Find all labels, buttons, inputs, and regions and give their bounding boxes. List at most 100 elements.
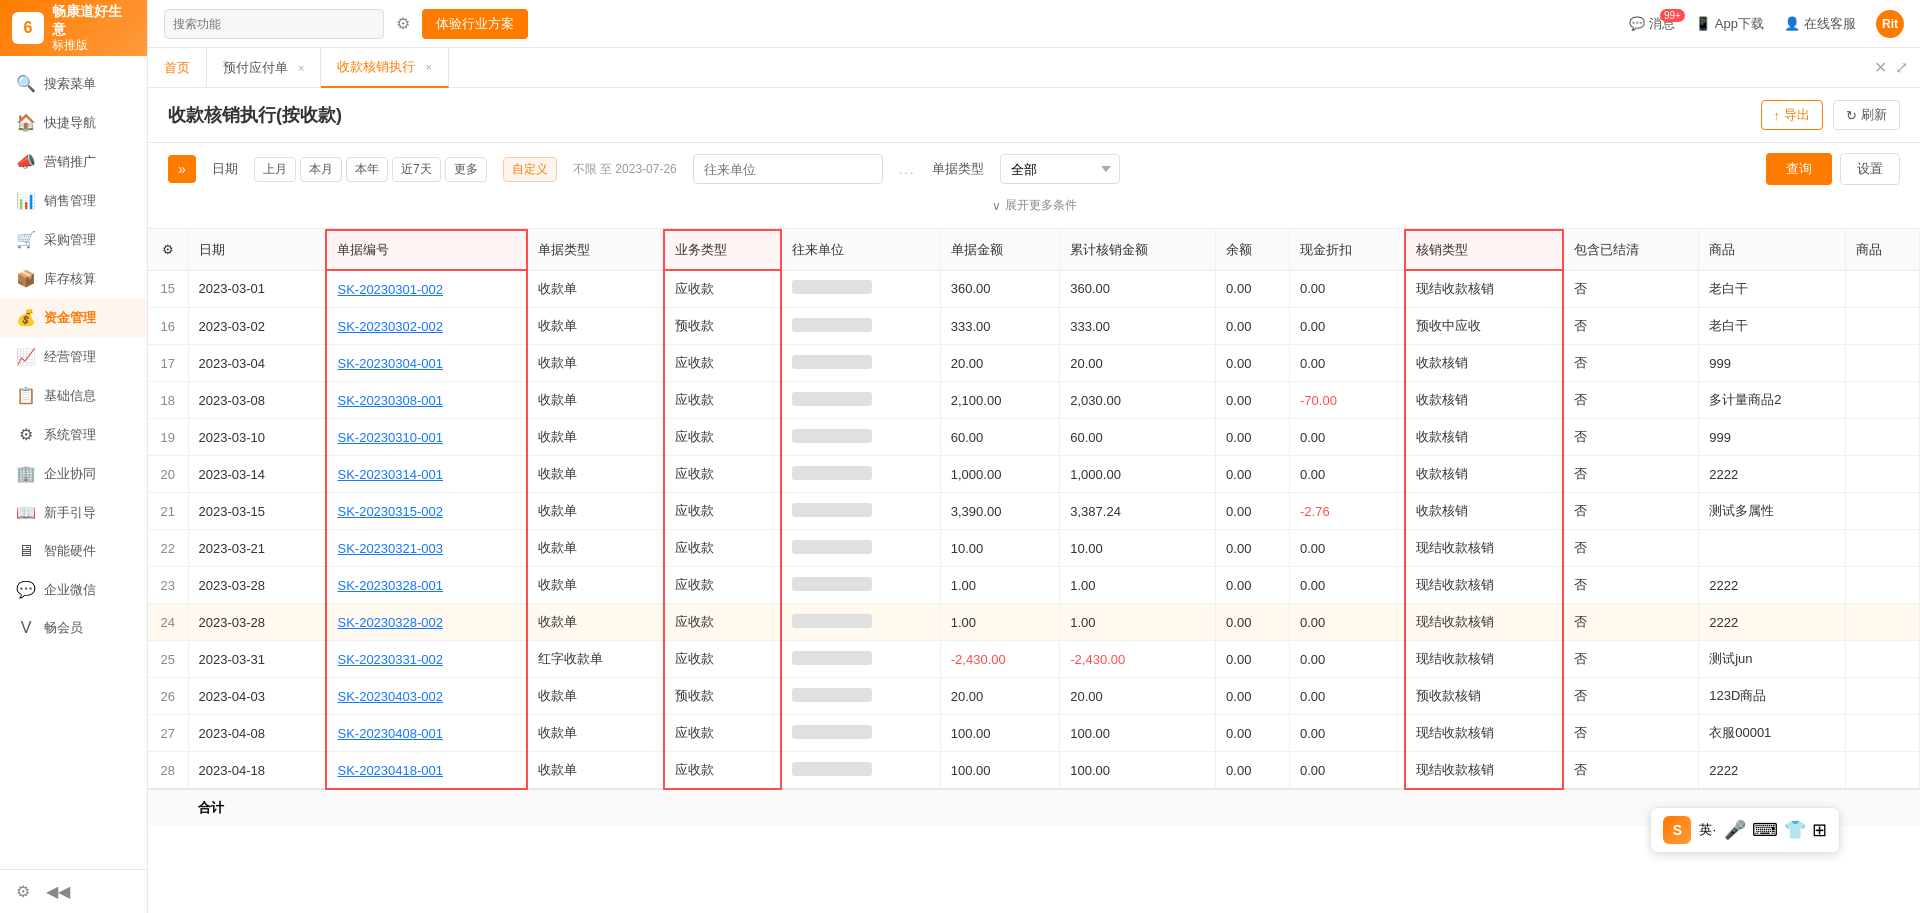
- settings-icon[interactable]: ⚙: [16, 882, 30, 901]
- online-service-btn[interactable]: 👤 在线客服: [1784, 15, 1856, 33]
- messages-btn[interactable]: 💬 消息 99+: [1629, 15, 1675, 33]
- cell-order_no[interactable]: SK-20230331-002: [326, 641, 527, 678]
- industry-btn[interactable]: 体验行业方案: [422, 9, 528, 39]
- order-link[interactable]: SK-20230331-002: [337, 652, 443, 667]
- tab-prepay[interactable]: 预付应付单×: [207, 48, 321, 88]
- sidebar-item-purchase[interactable]: 🛒采购管理: [0, 220, 147, 259]
- table-row[interactable]: 212023-03-15SK-20230315-002收款单应收款3,390.0…: [148, 493, 1920, 530]
- order-type-select[interactable]: 全部 收款单 红字收款单: [1000, 154, 1120, 184]
- tab-close-all-icon[interactable]: ✕: [1874, 58, 1887, 77]
- mic-icon[interactable]: 🎤: [1724, 819, 1746, 841]
- sidebar-item-sales[interactable]: 📊销售管理: [0, 181, 147, 220]
- order-link[interactable]: SK-20230314-001: [337, 467, 443, 482]
- table-row[interactable]: 152023-03-01SK-20230301-002收款单应收款360.003…: [148, 270, 1920, 308]
- table-row[interactable]: 162023-03-02SK-20230302-002收款单预收款333.003…: [148, 308, 1920, 345]
- tab-home[interactable]: 首页: [148, 48, 207, 88]
- table-row[interactable]: 272023-04-08SK-20230408-001收款单应收款100.001…: [148, 715, 1920, 752]
- sidebar-item-finance[interactable]: 💰资金管理: [0, 298, 147, 337]
- filter-date-btn-近7天[interactable]: 近7天: [392, 157, 441, 182]
- order-link[interactable]: SK-20230315-002: [337, 504, 443, 519]
- filter-date-btn-更多[interactable]: 更多: [445, 157, 487, 182]
- grid-icon[interactable]: ⊞: [1812, 819, 1827, 841]
- cell-order_no[interactable]: SK-20230315-002: [326, 493, 527, 530]
- table-row[interactable]: 262023-04-03SK-20230403-002收款单预收款20.0020…: [148, 678, 1920, 715]
- query-btn[interactable]: 查询: [1766, 153, 1832, 185]
- sidebar-item-vip[interactable]: V畅会员: [0, 609, 147, 647]
- settings-btn[interactable]: 设置: [1840, 153, 1900, 185]
- cell-order_no[interactable]: SK-20230328-002: [326, 604, 527, 641]
- sidebar-item-wechat[interactable]: 💬企业微信: [0, 570, 147, 609]
- table-row[interactable]: 222023-03-21SK-20230321-003收款单应收款10.0010…: [148, 530, 1920, 567]
- cell-partner: [781, 345, 941, 382]
- search-input[interactable]: [164, 9, 384, 39]
- table-row[interactable]: 282023-04-18SK-20230418-001收款单应收款100.001…: [148, 752, 1920, 790]
- cell-order_no[interactable]: SK-20230403-002: [326, 678, 527, 715]
- order-link[interactable]: SK-20230328-001: [337, 578, 443, 593]
- order-link[interactable]: SK-20230321-003: [337, 541, 443, 556]
- cell-order_no[interactable]: SK-20230328-001: [326, 567, 527, 604]
- cell-order_no[interactable]: SK-20230310-001: [326, 419, 527, 456]
- cell-date: 2023-04-18: [188, 752, 326, 790]
- sidebar-item-operation[interactable]: 📈经营管理: [0, 337, 147, 376]
- sidebar-icon-vip: V: [16, 619, 36, 637]
- sidebar-item-inventory[interactable]: 📦库存核算: [0, 259, 147, 298]
- cell-product: 测试jun: [1699, 641, 1846, 678]
- refresh-btn[interactable]: ↻ 刷新: [1833, 100, 1900, 130]
- cell-order_no[interactable]: SK-20230302-002: [326, 308, 527, 345]
- cell-order_no[interactable]: SK-20230408-001: [326, 715, 527, 752]
- table-row[interactable]: 252023-03-31SK-20230331-002红字收款单应收款-2,43…: [148, 641, 1920, 678]
- tab-expand-icon[interactable]: ⤢: [1895, 58, 1908, 77]
- filter-expand-btn[interactable]: »: [168, 155, 196, 183]
- keyboard-icon[interactable]: ⌨: [1752, 819, 1778, 841]
- sidebar-item-search-menu[interactable]: 🔍搜索菜单: [0, 64, 147, 103]
- sidebar-item-enterprise[interactable]: 🏢企业协同: [0, 454, 147, 493]
- app-download-btn[interactable]: 📱 App下载: [1695, 15, 1764, 33]
- table-row[interactable]: 202023-03-14SK-20230314-001收款单应收款1,000.0…: [148, 456, 1920, 493]
- cell-order_no[interactable]: SK-20230301-002: [326, 270, 527, 308]
- cell-order_no[interactable]: SK-20230304-001: [326, 345, 527, 382]
- filter-date-btn-上月[interactable]: 上月: [254, 157, 296, 182]
- table-row[interactable]: 232023-03-28SK-20230328-001收款单应收款1.001.0…: [148, 567, 1920, 604]
- partner-masked: [792, 688, 872, 702]
- table-row[interactable]: 172023-03-04SK-20230304-001收款单应收款20.0020…: [148, 345, 1920, 382]
- sidebar-item-marketing[interactable]: 📣营销推广: [0, 142, 147, 181]
- gear-icon[interactable]: ⚙: [396, 14, 410, 33]
- sidebar-item-guide[interactable]: 📖新手引导: [0, 493, 147, 532]
- tab-receipt-exec[interactable]: 收款核销执行×: [321, 48, 448, 88]
- cell-include_settled: 否: [1563, 345, 1699, 382]
- cell-order_no[interactable]: SK-20230314-001: [326, 456, 527, 493]
- order-link[interactable]: SK-20230403-002: [337, 689, 443, 704]
- order-link[interactable]: SK-20230310-001: [337, 430, 443, 445]
- user-avatar[interactable]: Rit: [1876, 10, 1904, 38]
- order-link[interactable]: SK-20230304-001: [337, 356, 443, 371]
- order-link[interactable]: SK-20230308-001: [337, 393, 443, 408]
- sidebar-item-hardware[interactable]: 🖥智能硬件: [0, 532, 147, 570]
- unit-dots[interactable]: ...: [899, 162, 916, 177]
- sidebar-item-system[interactable]: ⚙系统管理: [0, 415, 147, 454]
- sidebar-item-basic-info[interactable]: 📋基础信息: [0, 376, 147, 415]
- tab-close-receipt-exec[interactable]: ×: [425, 61, 431, 73]
- filter-date-btn-本年[interactable]: 本年: [346, 157, 388, 182]
- cell-order_no[interactable]: SK-20230308-001: [326, 382, 527, 419]
- export-btn[interactable]: ↑ 导出: [1761, 100, 1824, 130]
- sidebar-item-quick-nav[interactable]: 🏠快捷导航: [0, 103, 147, 142]
- partner-input[interactable]: [693, 154, 883, 184]
- order-link[interactable]: SK-20230302-002: [337, 319, 443, 334]
- cell-order_no[interactable]: SK-20230418-001: [326, 752, 527, 790]
- order-link[interactable]: SK-20230418-001: [337, 763, 443, 778]
- table-row[interactable]: 192023-03-10SK-20230310-001收款单应收款60.0060…: [148, 419, 1920, 456]
- filter-date-btn-本月[interactable]: 本月: [300, 157, 342, 182]
- order-link[interactable]: SK-20230301-002: [337, 282, 443, 297]
- order-link[interactable]: SK-20230328-002: [337, 615, 443, 630]
- filter-custom-date-btn[interactable]: 自定义: [503, 157, 557, 182]
- expand-more-btn[interactable]: ∨ 展开更多条件: [168, 193, 1900, 218]
- cell-order_no[interactable]: SK-20230321-003: [326, 530, 527, 567]
- table-row[interactable]: 242023-03-28SK-20230328-002收款单应收款1.001.0…: [148, 604, 1920, 641]
- cell-product: 多计量商品2: [1699, 382, 1846, 419]
- cell-balance: 0.00: [1216, 419, 1290, 456]
- order-link[interactable]: SK-20230408-001: [337, 726, 443, 741]
- table-row[interactable]: 182023-03-08SK-20230308-001收款单应收款2,100.0…: [148, 382, 1920, 419]
- collapse-icon[interactable]: ◀◀: [46, 882, 70, 901]
- shirt-icon[interactable]: 👕: [1784, 819, 1806, 841]
- tab-close-prepay[interactable]: ×: [298, 62, 304, 74]
